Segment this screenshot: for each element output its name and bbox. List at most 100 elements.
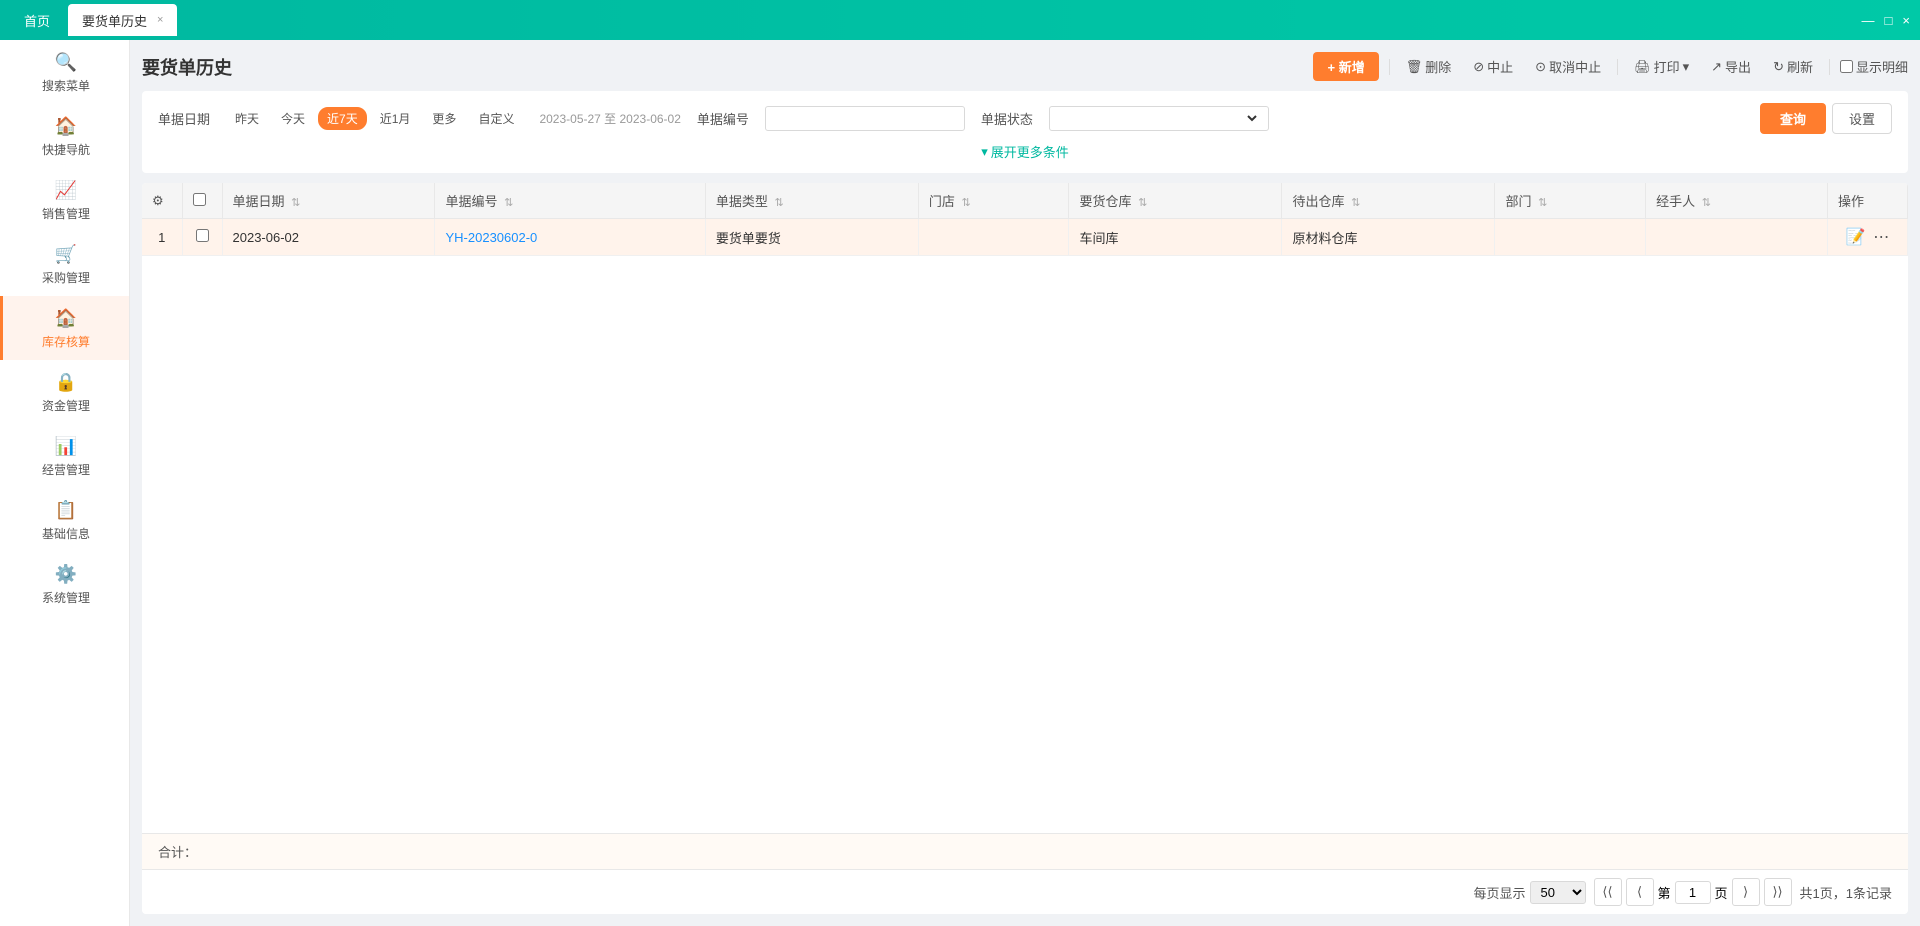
expand-label: 展开更多条件 <box>991 142 1069 161</box>
date-btn-7days[interactable]: 近7天 <box>318 107 367 130</box>
settings-button[interactable]: 设置 <box>1832 103 1892 134</box>
delete-button[interactable]: 🗑 删除 <box>1400 53 1458 80</box>
next-page-button[interactable]: ⟩ <box>1732 878 1760 906</box>
col-header-handler: 经手人 ⇅ <box>1646 183 1828 219</box>
table-body: 1 2023-06-02 YH-20230602-0 要货单要货 车间库 原材料… <box>142 219 1908 256</box>
first-page-button[interactable]: ⟨⟨ <box>1594 878 1622 906</box>
print-icon: 🖨 <box>1634 59 1651 75</box>
sidebar-item-basic-info[interactable]: 📋 基础信息 <box>0 488 129 552</box>
query-button[interactable]: 查询 <box>1760 103 1826 134</box>
more-ops-icon[interactable]: ⋯ <box>1873 229 1889 246</box>
col-header-reqwarehouse: 要货仓库 ⇅ <box>1069 183 1282 219</box>
sidebar-label-search-menu: 搜索菜单 <box>42 77 90 94</box>
table-scroll[interactable]: ⚙ 单据日期 ⇅ 单据编号 ⇅ <box>142 183 1908 833</box>
date-btn-today[interactable]: 今天 <box>272 107 314 130</box>
maximize-icon[interactable]: □ <box>1885 13 1893 28</box>
cell-reqwarehouse: 车间库 <box>1069 219 1282 256</box>
sidebar-item-sales[interactable]: 📈 销售管理 <box>0 168 129 232</box>
cell-date: 2023-06-02 <box>222 219 435 256</box>
docstatus-filter-select[interactable] <box>1058 110 1260 127</box>
select-all-checkbox[interactable] <box>193 193 206 206</box>
sidebar-label-sales: 销售管理 <box>42 205 90 222</box>
page-header: 要货单历史 + 新增 🗑 删除 ⊘ 中止 ⊙ 取消中止 🖨 <box>142 52 1908 81</box>
table-header-row: ⚙ 单据日期 ⇅ 单据编号 ⇅ <box>142 183 1908 219</box>
page-size-dropdown[interactable]: 50 10 20 100 <box>1530 881 1586 904</box>
prev-page-button[interactable]: ⟨ <box>1626 878 1654 906</box>
sort-date-icon[interactable]: ⇅ <box>291 197 300 209</box>
page-number-input[interactable] <box>1675 881 1711 904</box>
quick-nav-icon: 🏠 <box>55 116 77 137</box>
display-detail-toggle[interactable]: 显示明细 <box>1840 57 1908 76</box>
edit-icon[interactable]: 📝 <box>1846 229 1866 246</box>
export-button[interactable]: ↗ 导出 <box>1705 53 1757 80</box>
tab-active[interactable]: 要货单历史 × <box>68 4 177 36</box>
cell-ops: 📝 ⋯ <box>1828 219 1908 256</box>
toolbar: + 新增 🗑 删除 ⊘ 中止 ⊙ 取消中止 🖨 打印 <box>1313 52 1908 81</box>
sort-docno-icon[interactable]: ⇅ <box>504 197 513 209</box>
sort-department-icon[interactable]: ⇅ <box>1538 197 1547 209</box>
cell-pendingwarehouse: 原材料仓库 <box>1282 219 1495 256</box>
system-icon: ⚙️ <box>55 564 77 585</box>
cancel-stop-button[interactable]: ⊙ 取消中止 <box>1529 53 1607 80</box>
date-filter-label: 单据日期 <box>158 109 210 128</box>
col-header-date: 单据日期 ⇅ <box>222 183 435 219</box>
sidebar-item-operations[interactable]: 📊 经营管理 <box>0 424 129 488</box>
sort-reqwarehouse-icon[interactable]: ⇅ <box>1138 197 1147 209</box>
sales-icon: 📈 <box>55 180 77 201</box>
col-header-checkbox <box>182 183 222 219</box>
docno-link[interactable]: YH-20230602-0 <box>445 230 537 245</box>
col-header-store: 门店 ⇅ <box>918 183 1069 219</box>
sidebar-item-search-menu[interactable]: 🔍 搜索菜单 <box>0 40 129 104</box>
print-dropdown-icon: ▾ <box>1683 59 1690 75</box>
close-tab-icon[interactable]: × <box>157 14 163 26</box>
basic-info-icon: 📋 <box>55 500 77 521</box>
print-button[interactable]: 🖨 打印 ▾ <box>1628 53 1695 80</box>
column-settings-icon[interactable]: ⚙ <box>142 183 182 219</box>
page-size-label: 每页显示 <box>1473 883 1525 902</box>
sort-store-icon[interactable]: ⇅ <box>961 197 970 209</box>
active-tab-label: 要货单历史 <box>82 11 147 30</box>
date-btn-yesterday[interactable]: 昨天 <box>226 107 268 130</box>
row-checkbox[interactable] <box>196 229 209 242</box>
filter-row-second: ▾ 展开更多条件 <box>158 142 1892 161</box>
close-window-icon[interactable]: × <box>1902 13 1910 28</box>
table-row: 1 2023-06-02 YH-20230602-0 要货单要货 车间库 原材料… <box>142 219 1908 256</box>
cell-docno[interactable]: YH-20230602-0 <box>435 219 705 256</box>
display-detail-checkbox[interactable] <box>1840 60 1853 73</box>
cell-checkbox[interactable] <box>182 219 222 256</box>
last-page-button[interactable]: ⟩⟩ <box>1764 878 1792 906</box>
summary-row: 合计： <box>142 833 1908 869</box>
add-button[interactable]: + 新增 <box>1313 52 1378 81</box>
tab-home[interactable]: 首页 <box>10 4 64 36</box>
delete-icon: 🗑 <box>1406 59 1423 75</box>
window-controls: — □ × <box>1862 13 1910 28</box>
page-title: 要货单历史 <box>142 54 232 80</box>
stop-button[interactable]: ⊘ 中止 <box>1467 53 1519 80</box>
sidebar-item-quick-nav[interactable]: 🏠 快捷导航 <box>0 104 129 168</box>
minimize-icon[interactable]: — <box>1862 13 1875 28</box>
cell-settings: 1 <box>142 219 182 256</box>
display-detail-label: 显示明细 <box>1856 57 1908 76</box>
docstatus-filter-select-wrapper[interactable] <box>1049 106 1269 131</box>
sidebar-label-operations: 经营管理 <box>42 461 90 478</box>
date-btn-custom[interactable]: 自定义 <box>469 107 523 130</box>
sidebar-item-purchase[interactable]: 🛒 采购管理 <box>0 232 129 296</box>
date-btn-more[interactable]: 更多 <box>423 107 465 130</box>
sidebar-item-finance[interactable]: 🔒 资金管理 <box>0 360 129 424</box>
page-info: 共1页，1条记录 <box>1800 883 1892 902</box>
date-btn-1month[interactable]: 近1月 <box>371 107 420 130</box>
operations-icon: 📊 <box>55 436 77 457</box>
docstatus-filter-label: 单据状态 <box>981 109 1033 128</box>
docno-filter-input[interactable] <box>765 106 965 131</box>
sidebar-item-system[interactable]: ⚙️ 系统管理 <box>0 552 129 616</box>
sidebar-item-inventory[interactable]: 🏠 库存核算 <box>0 296 129 360</box>
expand-more-button[interactable]: ▾ 展开更多条件 <box>981 142 1069 161</box>
refresh-button[interactable]: ↻ 刷新 <box>1767 53 1819 80</box>
sort-doctype-icon[interactable]: ⇅ <box>774 197 783 209</box>
sort-handler-icon[interactable]: ⇅ <box>1702 197 1711 209</box>
page-nav: ⟨⟨ ⟨ 第 页 ⟩ ⟩⟩ <box>1594 878 1792 906</box>
sidebar: 🔍 搜索菜单 🏠 快捷导航 📈 销售管理 🛒 采购管理 🏠 库存核算 🔒 资金管… <box>0 40 130 926</box>
sort-pendingwarehouse-icon[interactable]: ⇅ <box>1351 197 1360 209</box>
col-header-ops: 操作 <box>1828 183 1908 219</box>
cell-store <box>918 219 1069 256</box>
